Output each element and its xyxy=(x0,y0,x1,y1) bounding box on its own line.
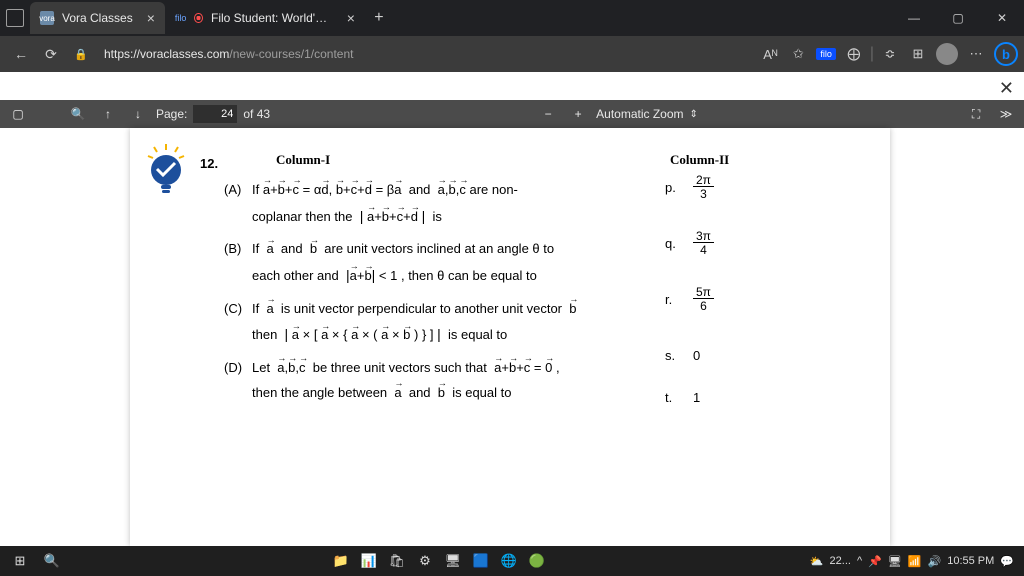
zoom-out-icon[interactable]: − xyxy=(536,102,560,126)
opt-t: t.1 xyxy=(665,384,785,410)
opt-r: r.5π6 xyxy=(665,286,785,312)
item-label: (B) xyxy=(224,237,252,288)
item-b: (B) If a and b are unit vectors inclined… xyxy=(224,237,644,288)
favicon-filo-label: filo xyxy=(175,13,187,23)
column1-body: (A) If a+b+c = αd, b+c+d = βa and a,b,c … xyxy=(224,178,644,414)
tab-filo[interactable]: filo Filo Student: World's Only L × xyxy=(165,2,365,34)
item-text: If a is unit vector perpendicular to ano… xyxy=(252,297,644,348)
zoom-select-icon[interactable]: ⇕ xyxy=(690,109,698,120)
url-host: https://voraclasses.com xyxy=(104,47,229,61)
pdf-more-icon[interactable]: ≫ xyxy=(994,102,1018,126)
column2-header: Column-II xyxy=(670,152,729,168)
task-icon[interactable]: 🌐 xyxy=(495,547,523,575)
start-button[interactable]: ⊞ xyxy=(4,547,36,575)
window-close-button[interactable]: ✕ xyxy=(980,0,1024,36)
column1-header: Column-I xyxy=(276,152,330,168)
question-number: 12. xyxy=(200,156,218,171)
item-d: (D) Let a,b,c be three unit vectors such… xyxy=(224,356,644,405)
url-path: /new-courses/1/content xyxy=(229,47,353,61)
collections-icon[interactable]: ⊞ xyxy=(904,40,932,68)
fullscreen-icon[interactable]: ⛶ xyxy=(964,102,988,126)
opt-p: p.2π3 xyxy=(665,174,785,200)
pdf-find-icon[interactable]: 🔍 xyxy=(66,102,90,126)
nav-refresh-button[interactable]: ⟳ xyxy=(36,39,66,69)
filo-ext-badge[interactable]: filo xyxy=(816,48,836,60)
favorites-bar-icon[interactable]: ≎ xyxy=(876,40,904,68)
content-close-button[interactable]: ✕ xyxy=(999,78,1014,99)
window-maximize-button[interactable]: ▢ xyxy=(936,0,980,36)
tab-title: Vora Classes xyxy=(62,11,133,25)
more-menu-icon[interactable]: ⋯ xyxy=(962,40,990,68)
tab-close-icon[interactable]: × xyxy=(347,10,355,26)
tray-pin-icon[interactable]: 📌 xyxy=(868,555,882,568)
item-c: (C) If a is unit vector perpendicular to… xyxy=(224,297,644,348)
tab-vora[interactable]: vora Vora Classes × xyxy=(30,2,165,34)
address-url[interactable]: https://voraclasses.com/new-courses/1/co… xyxy=(104,47,353,61)
tray-volume-icon[interactable]: 🔊 xyxy=(928,555,942,568)
task-icon[interactable]: 📁 xyxy=(327,547,355,575)
tab-close-icon[interactable]: × xyxy=(147,10,155,26)
opt-s: s.0 xyxy=(665,342,785,368)
pdf-page-down-icon[interactable]: ↓ xyxy=(126,102,150,126)
nav-back-button[interactable]: ← xyxy=(6,39,36,69)
favorite-star-icon[interactable]: ✩ xyxy=(784,40,812,68)
zoom-label[interactable]: Automatic Zoom xyxy=(596,107,683,121)
taskbar-search-icon[interactable]: 🔍 xyxy=(36,547,68,575)
page-total: of 43 xyxy=(243,107,270,121)
window-minimize-button[interactable]: — xyxy=(892,0,936,36)
taskbar: ⊞ 🔍 📁 📊 🛍 ⚙ 🖥 🟦 🌐 🟢 ⛅ 22... ^ 📌 🖥 📶 🔊 10… xyxy=(0,546,1024,576)
bing-icon[interactable]: b xyxy=(994,42,1018,66)
profile-avatar[interactable] xyxy=(936,43,958,65)
task-icon[interactable]: ⚙ xyxy=(411,547,439,575)
tray-notifications-icon[interactable]: 💬 xyxy=(1000,555,1014,568)
pdf-page-up-icon[interactable]: ↑ xyxy=(96,102,120,126)
tray-display-icon[interactable]: 🖥 xyxy=(888,555,902,568)
favicon-vora: vora xyxy=(40,11,54,25)
new-tab-button[interactable]: + xyxy=(365,9,393,27)
pdf-page: 12. Column-I Column-II (A) If a+b+c = αd… xyxy=(130,128,890,546)
lock-icon[interactable]: 🔒 xyxy=(66,39,96,69)
item-text: If a+b+c = αd, b+c+d = βa and a,b,c are … xyxy=(252,178,644,229)
pdf-sidebar-icon[interactable]: ▢ xyxy=(6,102,30,126)
item-label: (A) xyxy=(224,178,252,229)
extensions-icon[interactable]: ⨁ xyxy=(840,40,868,68)
task-icon[interactable]: 🛍 xyxy=(383,547,411,575)
item-text: If a and b are unit vectors inclined at … xyxy=(252,237,644,288)
page-label: Page: xyxy=(156,107,187,121)
tray-up-icon[interactable]: ^ xyxy=(857,555,862,567)
task-icon[interactable]: 🟦 xyxy=(467,547,495,575)
read-aloud-icon[interactable]: Aᴺ xyxy=(756,40,784,68)
task-icon[interactable]: 🟢 xyxy=(523,547,551,575)
tab-title: Filo Student: World's Only L xyxy=(211,11,333,25)
column2-body: p.2π3 q.3π4 r.5π6 s.0 t.1 xyxy=(665,174,785,426)
task-icon[interactable]: 🖥 xyxy=(439,547,467,575)
page-number-input[interactable] xyxy=(193,105,237,123)
item-a: (A) If a+b+c = αd, b+c+d = βa and a,b,c … xyxy=(224,178,644,229)
divider: | xyxy=(870,45,874,63)
weather-temp[interactable]: 22... xyxy=(830,555,851,567)
lightbulb-icon xyxy=(144,144,188,200)
tab-overview-icon[interactable] xyxy=(6,9,24,27)
item-label: (C) xyxy=(224,297,252,348)
content-area: ✕ ▢ 🔍 ↑ ↓ Page: of 43 − + Automatic Zoom… xyxy=(0,72,1024,546)
tray-clock[interactable]: 10:55 PM xyxy=(947,555,994,567)
tray-wifi-icon[interactable]: 📶 xyxy=(908,555,922,568)
zoom-in-icon[interactable]: + xyxy=(566,102,590,126)
weather-icon[interactable]: ⛅ xyxy=(810,555,824,568)
task-icon[interactable]: 📊 xyxy=(355,547,383,575)
opt-q: q.3π4 xyxy=(665,230,785,256)
item-text: Let a,b,c be three unit vectors such tha… xyxy=(252,356,644,405)
item-label: (D) xyxy=(224,356,252,405)
record-icon xyxy=(194,13,203,23)
pdf-toolbar: ▢ 🔍 ↑ ↓ Page: of 43 − + Automatic Zoom ⇕… xyxy=(0,100,1024,128)
